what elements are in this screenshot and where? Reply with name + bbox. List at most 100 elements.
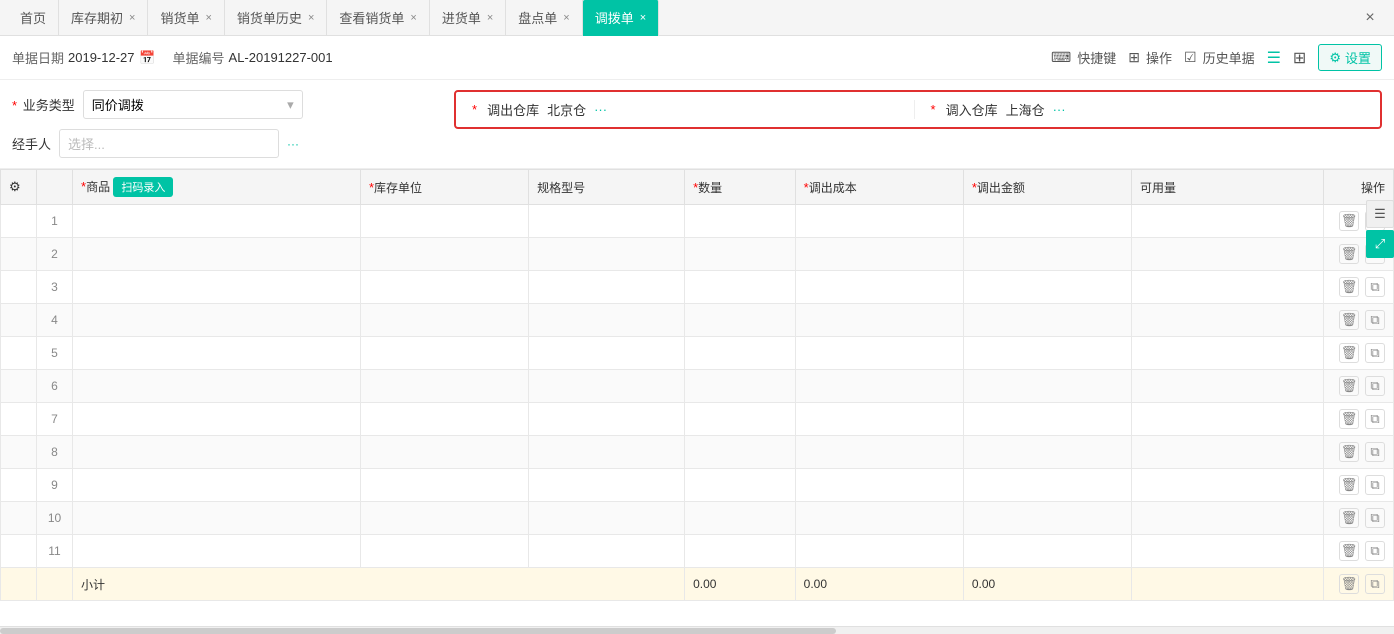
- copy-icon[interactable]: ⧉: [1365, 277, 1385, 297]
- row-product-cell[interactable]: [73, 304, 361, 337]
- row-product-cell[interactable]: [73, 370, 361, 403]
- copy-icon[interactable]: ⧉: [1365, 376, 1385, 396]
- calendar-icon[interactable]: 📅: [139, 49, 157, 67]
- table-wrap[interactable]: ⚙ *商品 扫码录入 *库存单位 规格型号 *数量: [0, 169, 1394, 626]
- row-unit-cell[interactable]: [360, 304, 528, 337]
- row-product-cell[interactable]: [73, 205, 361, 238]
- row-unit-cell[interactable]: [360, 502, 528, 535]
- sidebar-expand-icon[interactable]: ⤢: [1366, 230, 1394, 258]
- copy-icon[interactable]: ⧉: [1365, 508, 1385, 528]
- table-settings-icon[interactable]: ⚙: [9, 179, 21, 194]
- tab-inventory-check-close[interactable]: ×: [563, 12, 569, 24]
- row-cost-cell[interactable]: [795, 502, 963, 535]
- tab-sales-order[interactable]: 销货单 ×: [148, 0, 224, 36]
- row-amount-cell[interactable]: [963, 403, 1131, 436]
- row-product-cell[interactable]: [73, 502, 361, 535]
- row-spec-cell[interactable]: [529, 370, 685, 403]
- row-unit-cell[interactable]: [360, 436, 528, 469]
- row-product-cell[interactable]: [73, 403, 361, 436]
- delete-icon[interactable]: 🗑: [1339, 211, 1359, 231]
- delete-icon[interactable]: 🗑: [1339, 541, 1359, 561]
- row-qty-cell[interactable]: [685, 337, 796, 370]
- row-amount-cell[interactable]: [963, 337, 1131, 370]
- row-product-cell[interactable]: [73, 238, 361, 271]
- row-spec-cell[interactable]: [529, 469, 685, 502]
- delete-icon[interactable]: 🗑: [1339, 343, 1359, 363]
- delete-icon[interactable]: 🗑: [1339, 442, 1359, 462]
- window-close-button[interactable]: ×: [1354, 2, 1386, 34]
- row-cost-cell[interactable]: [795, 469, 963, 502]
- settings-button[interactable]: ⚙ 设置: [1318, 44, 1382, 71]
- handler-more-button[interactable]: ···: [287, 137, 299, 151]
- row-cost-cell[interactable]: [795, 337, 963, 370]
- delete-icon[interactable]: 🗑: [1339, 508, 1359, 528]
- row-cost-cell[interactable]: [795, 271, 963, 304]
- row-product-cell[interactable]: [73, 535, 361, 568]
- handler-select[interactable]: 选择...: [59, 129, 279, 158]
- row-cost-cell[interactable]: [795, 436, 963, 469]
- warehouse-out-more-button[interactable]: ···: [594, 102, 607, 117]
- row-amount-cell[interactable]: [963, 535, 1131, 568]
- row-cost-cell[interactable]: [795, 403, 963, 436]
- row-product-cell[interactable]: [73, 271, 361, 304]
- row-amount-cell[interactable]: [963, 370, 1131, 403]
- tab-sales-order-close[interactable]: ×: [205, 12, 211, 24]
- row-qty-cell[interactable]: [685, 403, 796, 436]
- row-amount-cell[interactable]: [963, 436, 1131, 469]
- row-spec-cell[interactable]: [529, 304, 685, 337]
- sidebar-list-icon[interactable]: ☰: [1366, 200, 1394, 228]
- tab-sales-history[interactable]: 销货单历史 ×: [225, 0, 327, 36]
- delete-icon[interactable]: 🗑: [1339, 409, 1359, 429]
- row-unit-cell[interactable]: [360, 205, 528, 238]
- row-amount-cell[interactable]: [963, 502, 1131, 535]
- row-spec-cell[interactable]: [529, 205, 685, 238]
- row-amount-cell[interactable]: [963, 238, 1131, 271]
- tab-transfer[interactable]: 调拨单 ×: [583, 0, 659, 36]
- copy-icon[interactable]: ⧉: [1365, 541, 1385, 561]
- row-cost-cell[interactable]: [795, 205, 963, 238]
- tab-purchase-close[interactable]: ×: [487, 12, 493, 24]
- tab-inventory-init[interactable]: 库存期初 ×: [59, 0, 148, 36]
- row-qty-cell[interactable]: [685, 436, 796, 469]
- row-spec-cell[interactable]: [529, 535, 685, 568]
- row-amount-cell[interactable]: [963, 205, 1131, 238]
- row-cost-cell[interactable]: [795, 304, 963, 337]
- row-unit-cell[interactable]: [360, 271, 528, 304]
- tab-inventory-check[interactable]: 盘点单 ×: [506, 0, 582, 36]
- scrollbar-thumb[interactable]: [0, 628, 836, 634]
- scan-entry-button[interactable]: 扫码录入: [113, 177, 173, 197]
- th-settings[interactable]: ⚙: [1, 170, 37, 205]
- subtotal-copy-icon[interactable]: ⧉: [1365, 574, 1385, 594]
- row-spec-cell[interactable]: [529, 502, 685, 535]
- row-qty-cell[interactable]: [685, 238, 796, 271]
- row-spec-cell[interactable]: [529, 436, 685, 469]
- tab-inventory-init-close[interactable]: ×: [129, 12, 135, 24]
- layout-toggle-2[interactable]: ⊞: [1293, 48, 1306, 68]
- row-qty-cell[interactable]: [685, 271, 796, 304]
- row-spec-cell[interactable]: [529, 271, 685, 304]
- row-cost-cell[interactable]: [795, 370, 963, 403]
- row-qty-cell[interactable]: [685, 304, 796, 337]
- row-qty-cell[interactable]: [685, 535, 796, 568]
- row-amount-cell[interactable]: [963, 271, 1131, 304]
- copy-icon[interactable]: ⧉: [1365, 310, 1385, 330]
- row-spec-cell[interactable]: [529, 337, 685, 370]
- row-cost-cell[interactable]: [795, 238, 963, 271]
- tab-view-sales[interactable]: 查看销货单 ×: [327, 0, 429, 36]
- row-product-cell[interactable]: [73, 436, 361, 469]
- tab-purchase[interactable]: 进货单 ×: [430, 0, 506, 36]
- delete-icon[interactable]: 🗑: [1339, 277, 1359, 297]
- copy-icon[interactable]: ⧉: [1365, 409, 1385, 429]
- row-cost-cell[interactable]: [795, 535, 963, 568]
- row-qty-cell[interactable]: [685, 469, 796, 502]
- row-amount-cell[interactable]: [963, 304, 1131, 337]
- row-spec-cell[interactable]: [529, 403, 685, 436]
- delete-icon[interactable]: 🗑: [1339, 475, 1359, 495]
- biz-type-select[interactable]: 同价调拨 ▾: [83, 90, 303, 119]
- row-unit-cell[interactable]: [360, 535, 528, 568]
- horizontal-scrollbar[interactable]: [0, 626, 1394, 634]
- shortcuts-button[interactable]: ⌨ 快捷键: [1051, 48, 1116, 67]
- row-amount-cell[interactable]: [963, 469, 1131, 502]
- row-product-cell[interactable]: [73, 337, 361, 370]
- row-unit-cell[interactable]: [360, 337, 528, 370]
